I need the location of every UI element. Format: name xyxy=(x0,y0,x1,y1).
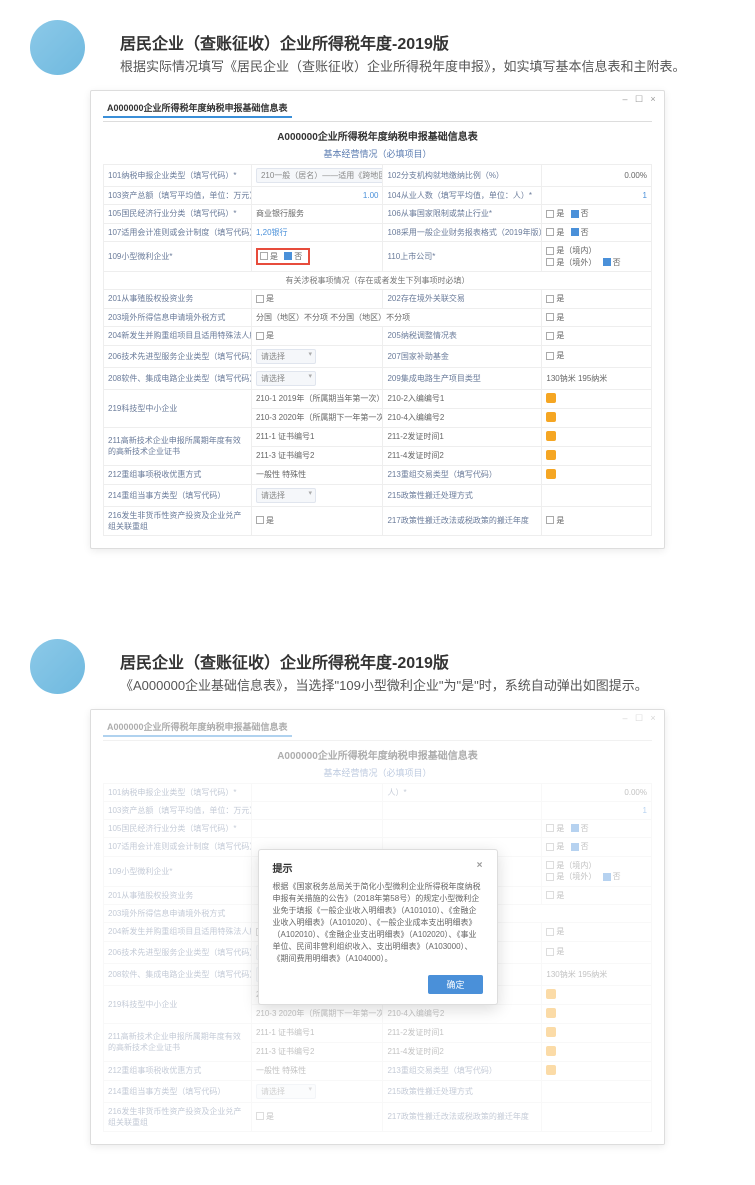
panel-title: A000000企业所得税年度纳税申报基础信息表 xyxy=(103,128,652,143)
table-row: 216发生非货币性资产投资及企业兑产组关联重组 是 217政策性搬迁改法或税政策… xyxy=(104,506,652,535)
table-row: 214重组当事方类型（填写代码） 请选择 215政策性搬迁处理方式 xyxy=(104,484,652,506)
value-107[interactable]: 1,20银行 xyxy=(251,223,383,242)
table-row: 208软件、集成电路企业类型（填写代码） 请选择 209集成电路生产项目类型 1… xyxy=(104,367,652,389)
value-102: 0.00% xyxy=(542,165,652,187)
header: 居民企业（查账征收）企业所得税年度-2019版 《A000000企业基础信息表》… xyxy=(120,639,755,694)
slide-2: 居民企业（查账征收）企业所得税年度-2019版 《A000000企业基础信息表》… xyxy=(0,619,755,1185)
table-row: 206技术先进型服务企业类型（填写代码） 请选择 207国家补助基金 是 xyxy=(104,345,652,367)
table-row: 212重组事项税收优惠方式 一般性 特殊性 213重组交易类型（填写代码） xyxy=(104,465,652,484)
select-101: 210一般（居名）——适用《跨地区经营汇 × xyxy=(256,168,383,183)
app-window-1: – ☐ × A000000企业所得税年度纳税申报基础信息表 A000000企业所… xyxy=(90,90,665,549)
table-row: 101纳税申报企业类型（填写代码）* 210一般（居名）——适用《跨地区经营汇 … xyxy=(104,165,652,187)
value-209[interactable]: 130钠米 195纳米 xyxy=(542,367,652,389)
decor-circle xyxy=(30,639,85,694)
minimize-icon[interactable]: – xyxy=(620,94,630,104)
warning-icon xyxy=(546,412,556,422)
value-104[interactable]: 1 xyxy=(542,187,652,205)
table-row: 219科技型中小企业 210-1 2019年（所属期当年第一次）入编编号1 21… xyxy=(104,389,652,408)
table-row: 204新发生并购重组项目且适用特殊法人所得人 是 205纳税调整情况表 是 xyxy=(104,327,652,346)
tab-strip: A000000企业所得税年度纳税申报基础信息表 xyxy=(103,99,652,122)
page-title: 居民企业（查账征收）企业所得税年度-2019版 xyxy=(120,649,755,673)
radio-110[interactable]: 是（境内） 是（境外） 否 xyxy=(542,242,652,272)
form-table: 101纳税申报企业类型（填写代码）* 210一般（居名）——适用《跨地区经营汇 … xyxy=(103,164,652,536)
modal-close-icon[interactable]: × xyxy=(477,860,483,871)
table-row: 211高新技术企业申报所属期年度有效的高新技术企业证书 211-1 证书编号1 … xyxy=(104,427,652,446)
close-icon[interactable]: × xyxy=(648,94,658,104)
radio-109[interactable]: 是 否 xyxy=(251,242,383,272)
panel-subtitle: 基本经营情况（必填项目） xyxy=(103,147,652,160)
warning-icon xyxy=(546,431,556,441)
value-105[interactable]: 商业银行服务 xyxy=(251,205,383,224)
table-row: 201从事殖股权投资业务 是 202存在境外关联交易 是 xyxy=(104,290,652,309)
table-row: 103资产总额（填写平均值，单位：万元）* 1.00 104从业人数（填写平均值… xyxy=(104,187,652,205)
highlight-109: 是 否 xyxy=(256,248,310,266)
select-214: 请选择 xyxy=(256,488,316,503)
modal-overlay: 提示 × 根据《国家税务总局关于简化小型微利企业所得税年度纳税申报有关措施的公告… xyxy=(91,710,664,1144)
select-206: 请选择 xyxy=(256,349,316,364)
window-controls: – ☐ × xyxy=(620,94,658,104)
page-title: 居民企业（查账征收）企业所得税年度-2019版 xyxy=(120,30,755,54)
section-row: 有关涉税事项情况（存在或者发生下列事项时必填） xyxy=(104,272,652,290)
value-103[interactable]: 1.00 xyxy=(251,187,383,205)
warning-icon xyxy=(546,393,556,403)
table-row: 203境外所得信息申请境外税方式 分国（地区）不分项 不分国（地区）不分项 是 xyxy=(104,308,652,327)
table-row: 107适用会计准则或会计制度（填写代码）* 1,20银行 108采用一般企业财务… xyxy=(104,223,652,242)
maximize-icon[interactable]: ☐ xyxy=(634,94,644,104)
decor-circle xyxy=(30,20,85,75)
page-subtitle: 《A000000企业基础信息表》，当选择"109小型微利企业"为"是"时，系统自… xyxy=(120,675,755,694)
modal-dialog: 提示 × 根据《国家税务总局关于简化小型微利企业所得税年度纳税申报有关措施的公告… xyxy=(258,849,498,1005)
app-window-2: – ☐ × A000000企业所得税年度纳税申报基础信息表 A000000企业所… xyxy=(90,709,665,1145)
header: 居民企业（查账征收）企业所得税年度-2019版 根据实际情况填写《居民企业（查账… xyxy=(120,20,755,75)
modal-title: 提示 × xyxy=(273,860,483,875)
tab-active[interactable]: A000000企业所得税年度纳税申报基础信息表 xyxy=(103,99,292,118)
radio-106[interactable]: 是 否 xyxy=(542,205,652,224)
warning-icon xyxy=(546,469,556,479)
radio-108[interactable]: 是 否 xyxy=(542,223,652,242)
page-subtitle: 根据实际情况填写《居民企业（查账征收）企业所得税年度申报》，如实填写基本信息表和… xyxy=(120,56,755,75)
select-208: 请选择 xyxy=(256,371,316,386)
table-row: 109小型微利企业* 是 否 110上市公司* 是（境内） 是（境外） 否 xyxy=(104,242,652,272)
modal-footer: 确定 xyxy=(273,975,483,994)
modal-body: 根据《国家税务总局关于简化小型微利企业所得税年度纳税申报有关措施的公告》（201… xyxy=(273,881,483,965)
warning-icon xyxy=(546,450,556,460)
table-row: 105国民经济行业分类（填写代码）* 商业银行服务 106从事国家限制或禁止行业… xyxy=(104,205,652,224)
slide-1: 居民企业（查账征收）企业所得税年度-2019版 根据实际情况填写《居民企业（查账… xyxy=(0,0,755,589)
ok-button[interactable]: 确定 xyxy=(428,975,482,994)
